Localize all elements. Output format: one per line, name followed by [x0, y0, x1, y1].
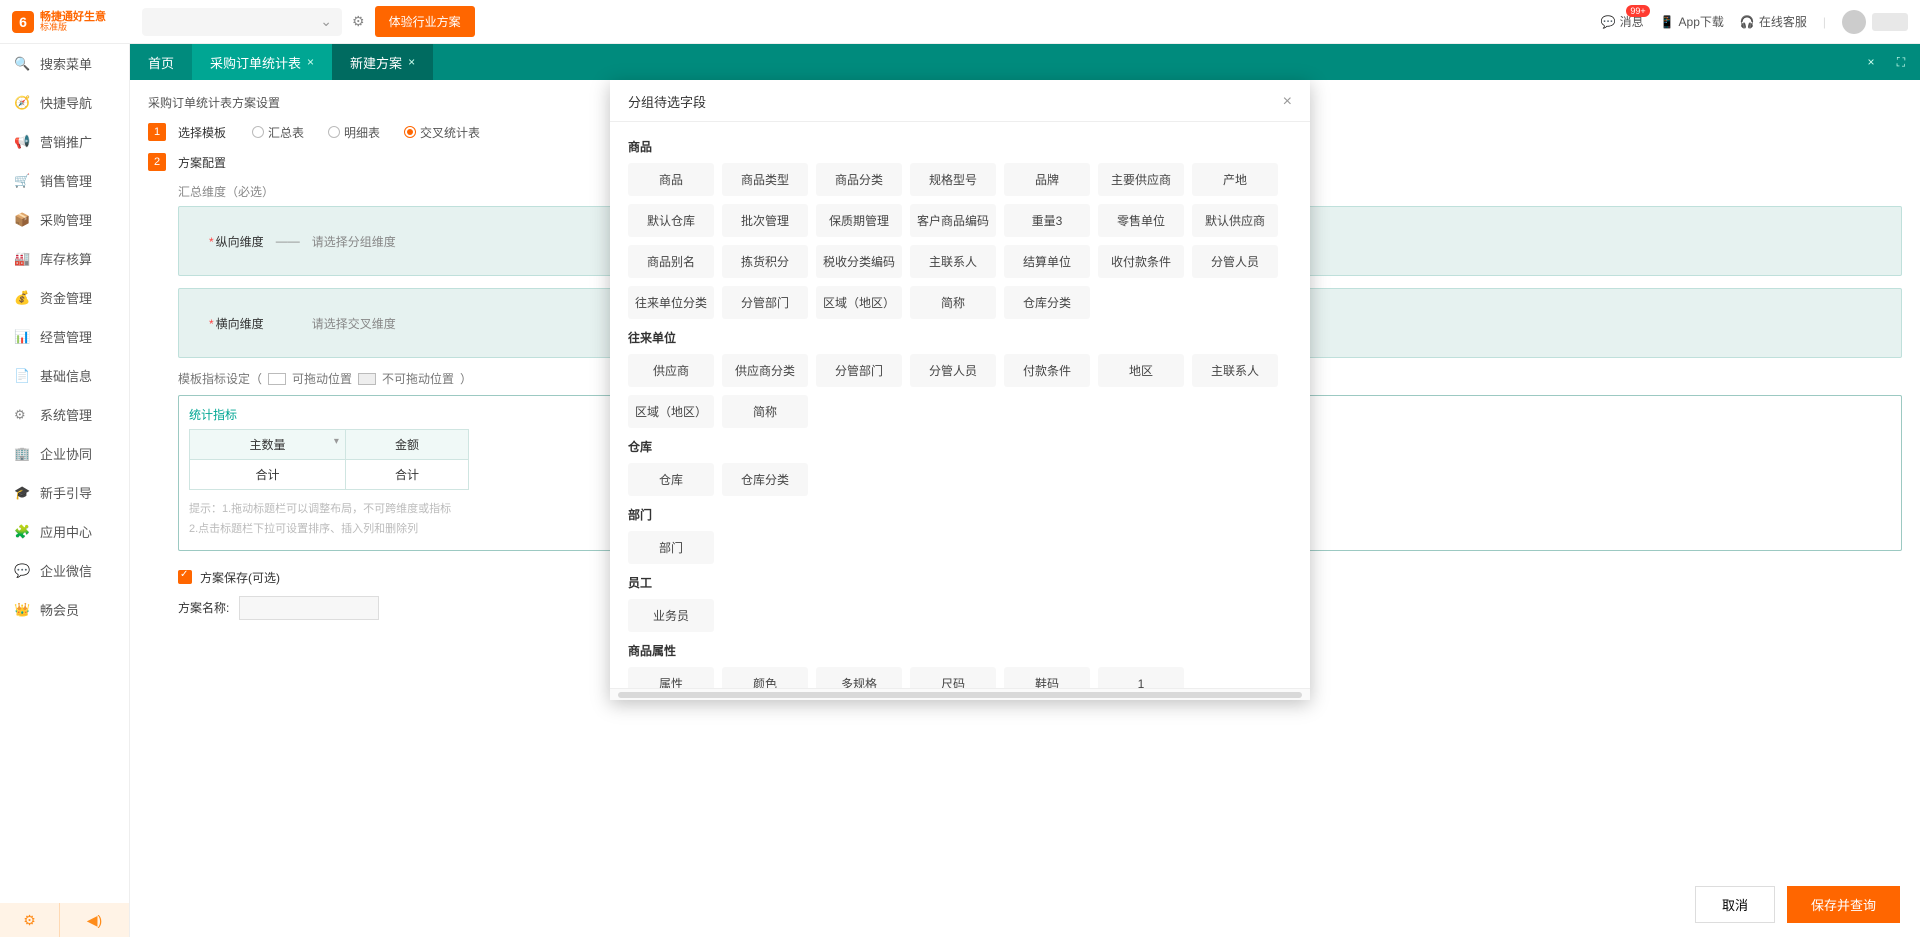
field-chip[interactable]: 仓库分类	[722, 463, 808, 496]
modal-body: 商品商品商品类型商品分类规格型号品牌主要供应商产地默认仓库批次管理保质期管理客户…	[610, 122, 1310, 688]
field-chip[interactable]: 规格型号	[910, 163, 996, 196]
field-chip[interactable]: 业务员	[628, 599, 714, 632]
field-chip[interactable]: 商品	[628, 163, 714, 196]
field-chip[interactable]: 批次管理	[722, 204, 808, 237]
field-chip[interactable]: 结算单位	[1004, 245, 1090, 278]
field-group-title: 员工	[628, 574, 1302, 591]
field-chip[interactable]: 分管部门	[722, 286, 808, 319]
field-chip[interactable]: 地区	[1098, 354, 1184, 387]
field-chip[interactable]: 区域（地区）	[628, 395, 714, 428]
field-group-title: 商品属性	[628, 642, 1302, 659]
field-chip[interactable]: 尺码	[910, 667, 996, 688]
field-chip[interactable]: 部门	[628, 531, 714, 564]
field-chip-row: 商品商品类型商品分类规格型号品牌主要供应商产地默认仓库批次管理保质期管理客户商品…	[628, 163, 1302, 319]
field-chip[interactable]: 保质期管理	[816, 204, 902, 237]
field-chip[interactable]: 默认仓库	[628, 204, 714, 237]
field-chip-row: 属性颜色多规格尺码鞋码 1	[628, 667, 1302, 688]
field-chip[interactable]: 颜色	[722, 667, 808, 688]
field-group-title: 仓库	[628, 438, 1302, 455]
field-chip[interactable]: 客户商品编码	[910, 204, 996, 237]
field-chip[interactable]: 付款条件	[1004, 354, 1090, 387]
field-chip[interactable]: 主联系人	[1192, 354, 1278, 387]
field-chip[interactable]: 产地	[1192, 163, 1278, 196]
field-chip[interactable]: 默认供应商	[1192, 204, 1278, 237]
field-chip[interactable]: 收付款条件	[1098, 245, 1184, 278]
field-chip[interactable]: 分管人员	[910, 354, 996, 387]
field-chip[interactable]: 仓库分类	[1004, 286, 1090, 319]
field-chip[interactable]: 供应商分类	[722, 354, 808, 387]
field-chip[interactable]: 分管部门	[816, 354, 902, 387]
field-chip[interactable]: 往来单位分类	[628, 286, 714, 319]
field-chip[interactable]: 重量3	[1004, 204, 1090, 237]
field-chip-row: 业务员	[628, 599, 1302, 632]
field-chip[interactable]: 商品分类	[816, 163, 902, 196]
field-chip[interactable]: 拣货积分	[722, 245, 808, 278]
field-chip[interactable]: 税收分类编码	[816, 245, 902, 278]
field-chip[interactable]: 主要供应商	[1098, 163, 1184, 196]
field-chip[interactable]: 属性	[628, 667, 714, 688]
field-chip[interactable]: 零售单位	[1098, 204, 1184, 237]
field-chip[interactable]: 主联系人	[910, 245, 996, 278]
field-group-title: 部门	[628, 506, 1302, 523]
field-chip[interactable]: 供应商	[628, 354, 714, 387]
modal-title: 分组待选字段	[628, 92, 706, 111]
field-chip-row: 供应商供应商分类分管部门分管人员付款条件地区主联系人区域（地区）简称	[628, 354, 1302, 428]
field-chip[interactable]: 品牌	[1004, 163, 1090, 196]
field-group-title: 往来单位	[628, 329, 1302, 346]
field-chip[interactable]: 多规格	[816, 667, 902, 688]
field-chip[interactable]: 分管人员	[1192, 245, 1278, 278]
field-chip-row: 仓库仓库分类	[628, 463, 1302, 496]
field-chip[interactable]: 1	[1098, 667, 1184, 688]
field-chip[interactable]: 商品别名	[628, 245, 714, 278]
field-chip[interactable]: 简称	[722, 395, 808, 428]
close-icon[interactable]: ×	[1283, 93, 1292, 111]
field-chip-row: 部门	[628, 531, 1302, 564]
field-chip[interactable]: 仓库	[628, 463, 714, 496]
field-chip[interactable]: 区域（地区）	[816, 286, 902, 319]
field-picker-modal: 分组待选字段 × 商品商品商品类型商品分类规格型号品牌主要供应商产地默认仓库批次…	[610, 80, 1310, 700]
field-group-title: 商品	[628, 138, 1302, 155]
field-chip[interactable]: 简称	[910, 286, 996, 319]
field-chip[interactable]: 鞋码	[1004, 667, 1090, 688]
horizontal-scrollbar[interactable]	[610, 688, 1310, 700]
field-chip[interactable]: 商品类型	[722, 163, 808, 196]
